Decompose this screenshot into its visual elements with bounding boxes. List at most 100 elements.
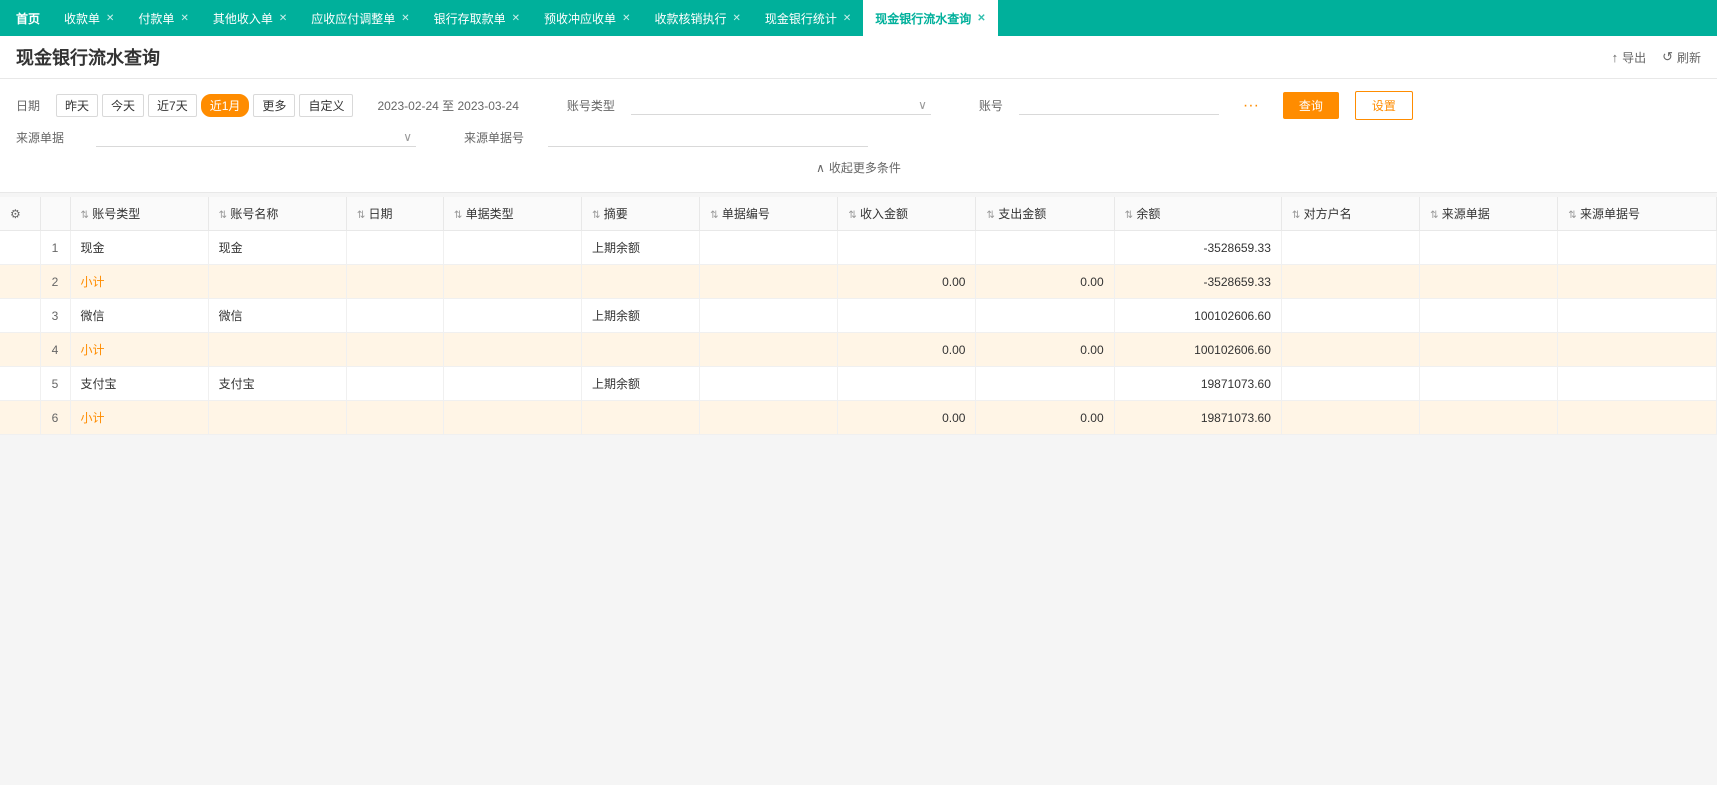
close-icon[interactable]: ✕ <box>977 13 985 24</box>
date-option-昨天[interactable]: 昨天 <box>56 94 98 117</box>
nav-tab-应收应付调整单[interactable]: 应收应付调整单✕ <box>299 0 421 36</box>
col-header-expense[interactable]: ⇅ 支出金额 <box>976 197 1114 231</box>
cell-account-type: 小计 <box>70 401 208 435</box>
cell-income <box>838 231 976 265</box>
nav-tab-付款单[interactable]: 付款单✕ <box>126 0 200 36</box>
nav-tab-收款单[interactable]: 收款单✕ <box>52 0 126 36</box>
col-header-doc_no[interactable]: ⇅ 单据编号 <box>700 197 838 231</box>
nav-tab-收款核销执行[interactable]: 收款核销执行✕ <box>642 0 752 36</box>
refresh-icon: ↺ <box>1662 49 1673 65</box>
nav-tab-label: 银行存取款单 <box>434 10 506 27</box>
settings-button[interactable]: 设置 <box>1355 91 1413 120</box>
row-number: 2 <box>40 265 70 299</box>
cell-summary: 上期余额 <box>582 299 700 333</box>
cell-source-doc <box>1420 299 1558 333</box>
col-header-doc_type[interactable]: ⇅ 单据类型 <box>443 197 581 231</box>
cell-income: 0.00 <box>838 401 976 435</box>
cell-account-name <box>208 333 346 367</box>
date-option-近1月[interactable]: 近1月 <box>201 94 250 117</box>
close-icon[interactable]: ✕ <box>843 13 851 24</box>
row-number: 6 <box>40 401 70 435</box>
date-option-今天[interactable]: 今天 <box>102 94 144 117</box>
close-icon[interactable]: ✕ <box>512 13 520 24</box>
cell-source-doc <box>1420 231 1558 265</box>
col-header-balance[interactable]: ⇅ 余额 <box>1114 197 1281 231</box>
row-number: 5 <box>40 367 70 401</box>
close-icon[interactable]: ✕ <box>622 13 630 24</box>
cell-doc-type <box>443 333 581 367</box>
close-icon[interactable]: ✕ <box>732 13 740 24</box>
date-options: 昨天今天近7天近1月更多自定义 <box>56 94 353 117</box>
cell-balance: -3528659.33 <box>1114 265 1281 299</box>
cell-source-doc <box>1420 401 1558 435</box>
account-type-select[interactable]: ∨ <box>631 96 931 115</box>
date-option-自定义[interactable]: 自定义 <box>299 94 353 117</box>
date-option-更多[interactable]: 更多 <box>253 94 295 117</box>
source-doc-no-input[interactable] <box>548 128 868 147</box>
col-header-source_doc[interactable]: ⇅ 来源单据 <box>1420 197 1558 231</box>
cell-expense: 0.00 <box>976 265 1114 299</box>
query-button[interactable]: 查询 <box>1283 92 1339 119</box>
nav-tab-其他收入单[interactable]: 其他收入单 ✕ <box>201 0 299 36</box>
cell-doc-no <box>700 367 838 401</box>
close-icon[interactable]: ✕ <box>180 13 188 24</box>
cell-doc-no <box>700 231 838 265</box>
cell-expense: 0.00 <box>976 333 1114 367</box>
col-header-account_type[interactable]: ⇅ 账号类型 <box>70 197 208 231</box>
nav-tab-预收冲应收单[interactable]: 预收冲应收单✕ <box>532 0 642 36</box>
sort-icon: ⇅ <box>710 210 718 221</box>
source-doc-select[interactable]: ∨ <box>96 128 416 147</box>
cell-date <box>346 299 443 333</box>
account-dots-button[interactable]: ··· <box>1243 97 1259 115</box>
col-header-account_name[interactable]: ⇅ 账号名称 <box>208 197 346 231</box>
account-type-chevron: ∨ <box>918 98 927 112</box>
collapse-icon: ∧ <box>816 161 825 175</box>
cell-source-doc-no <box>1558 333 1717 367</box>
cell-doc-type <box>443 231 581 265</box>
source-doc-chevron: ∨ <box>403 130 412 144</box>
nav-tab-label: 其他收入单 <box>213 10 273 27</box>
page-title: 现金银行流水查询 <box>16 44 160 70</box>
nav-tab-现金银行流水查询[interactable]: 现金银行流水查询✕ <box>863 0 997 36</box>
col-header-income[interactable]: ⇅ 收入金额 <box>838 197 976 231</box>
col-header-counterparty[interactable]: ⇅ 对方户名 <box>1281 197 1419 231</box>
export-action[interactable]: ↑ 导出 <box>1612 49 1647 66</box>
cell-account-type: 小计 <box>70 265 208 299</box>
sort-icon: ⇅ <box>357 210 365 221</box>
col-header-summary[interactable]: ⇅ 摘要 <box>582 197 700 231</box>
close-icon[interactable]: ✕ <box>106 13 114 24</box>
cell-account-type: 小计 <box>70 333 208 367</box>
nav-tab-银行存取款单[interactable]: 银行存取款单 ✕ <box>422 0 532 36</box>
cell-income: 0.00 <box>838 265 976 299</box>
cell-doc-no <box>700 401 838 435</box>
row-gear <box>0 265 40 299</box>
cell-income <box>838 299 976 333</box>
cell-doc-type <box>443 299 581 333</box>
account-input[interactable] <box>1019 96 1219 115</box>
collapse-bar[interactable]: ∧ 收起更多条件 <box>16 155 1701 180</box>
home-label: 首页 <box>16 10 40 27</box>
cell-account-name <box>208 401 346 435</box>
refresh-action[interactable]: ↺ 刷新 <box>1662 49 1701 66</box>
export-icon: ↑ <box>1612 50 1619 65</box>
close-icon[interactable]: ✕ <box>279 13 287 24</box>
account-label: 账号 <box>979 97 1003 114</box>
cell-counterparty <box>1281 367 1419 401</box>
col-header-source_doc_no[interactable]: ⇅ 来源单据号 <box>1558 197 1717 231</box>
row-gear <box>0 299 40 333</box>
close-icon[interactable]: ✕ <box>401 13 409 24</box>
filter-row-1: 日期 昨天今天近7天近1月更多自定义 2023-02-24 至 2023-03-… <box>16 91 1701 120</box>
cell-account-name: 现金 <box>208 231 346 265</box>
header-actions: ↑ 导出 ↺ 刷新 <box>1612 49 1701 66</box>
table-container: ⚙⇅ 账号类型⇅ 账号名称⇅ 日期⇅ 单据类型⇅ 摘要⇅ 单据编号⇅ 收入金额⇅… <box>0 197 1717 435</box>
nav-tab-home[interactable]: 首页 <box>4 0 52 36</box>
gear-column[interactable]: ⚙ <box>0 197 40 231</box>
row-gear <box>0 231 40 265</box>
cell-counterparty <box>1281 299 1419 333</box>
nav-tab-现金银行统计[interactable]: 现金银行统计✕ <box>753 0 863 36</box>
cell-counterparty <box>1281 333 1419 367</box>
date-option-近7天[interactable]: 近7天 <box>148 94 197 117</box>
col-header-date[interactable]: ⇅ 日期 <box>346 197 443 231</box>
sort-icon: ⇅ <box>848 210 856 221</box>
subtotal-label: 小计 <box>81 275 105 289</box>
